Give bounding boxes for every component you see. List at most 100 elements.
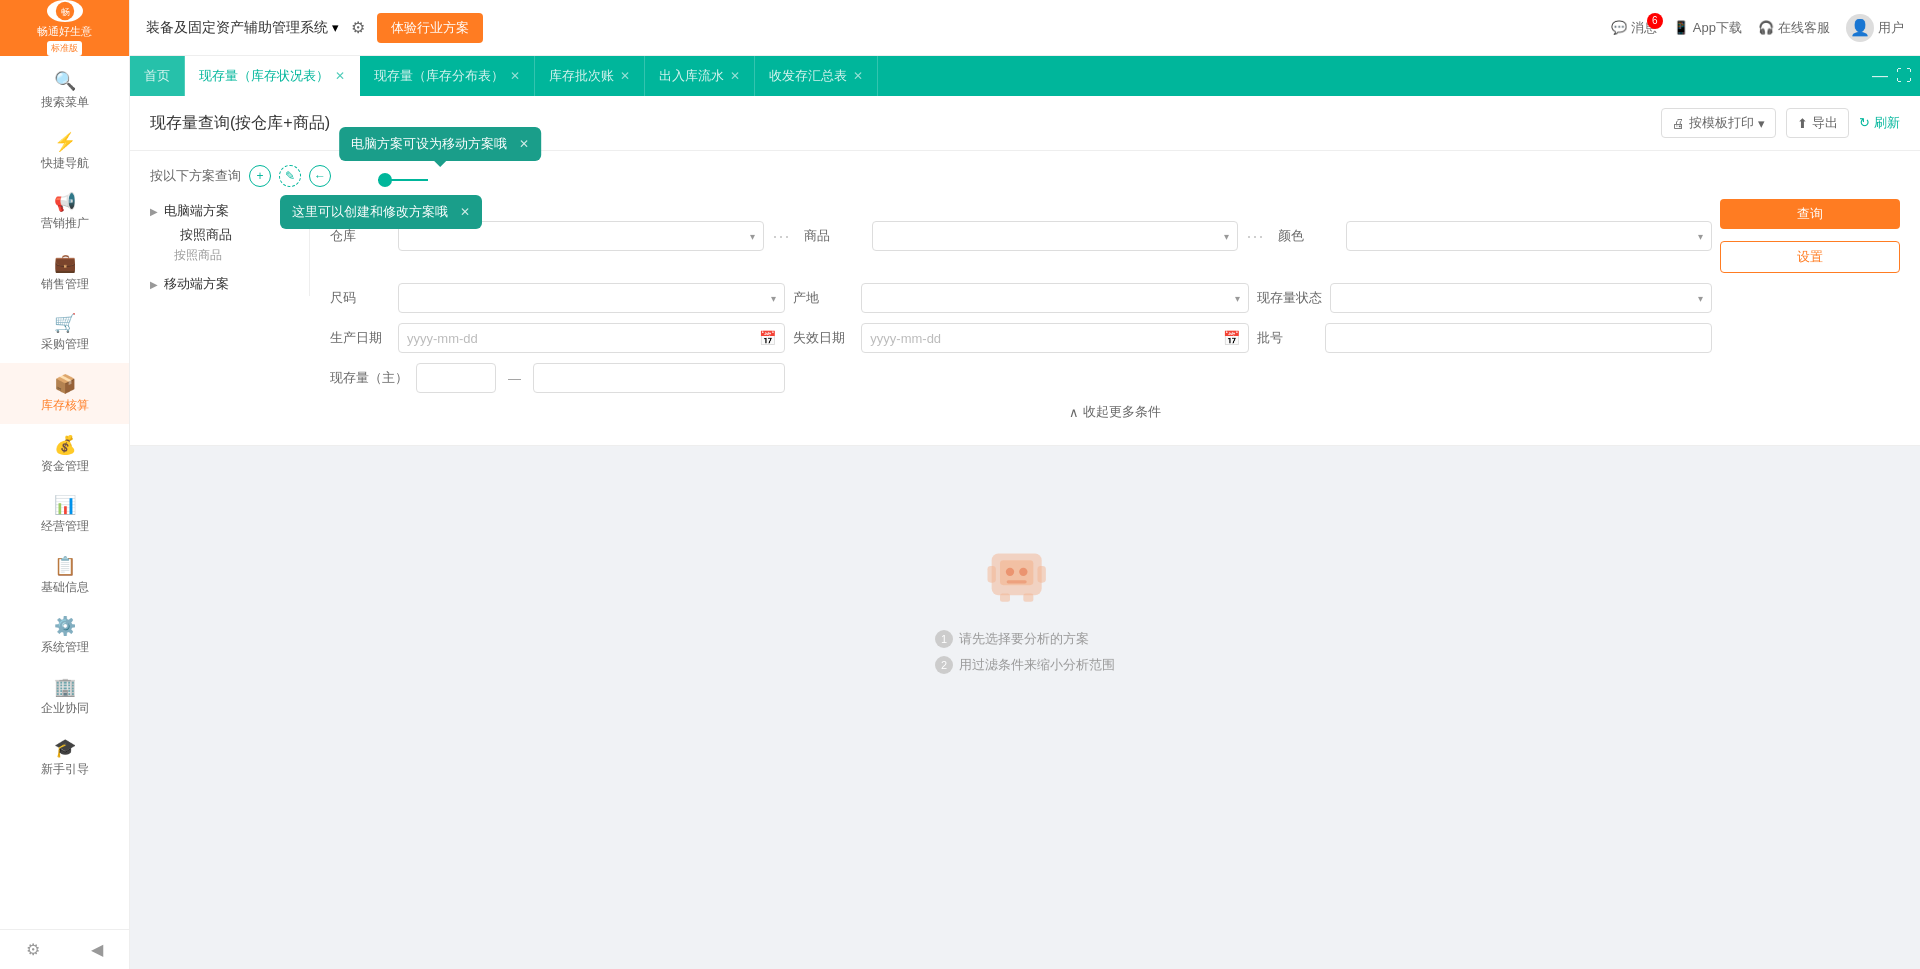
filter-row-2: 尺码 ▾ 产地 ▾ (330, 283, 1900, 313)
svg-rect-7 (988, 566, 996, 583)
sidebar-item-guide[interactable]: 🎓 新手引导 (0, 727, 129, 788)
produce-date-calendar-icon[interactable]: 📅 (759, 330, 776, 346)
sidebar-item-baseinfo[interactable]: 📋 基础信息 (0, 545, 129, 606)
scheme-mobile-arrow: ▶ (150, 279, 158, 290)
tab-expand-btn[interactable]: ⛶ (1896, 67, 1912, 85)
back-scheme-btn[interactable]: ← (309, 165, 331, 187)
tooltip-edit: 这里可以创建和修改方案哦 ✕ (280, 195, 482, 229)
sidebar-item-inventory[interactable]: 📦 库存核算 (0, 363, 129, 424)
tab-flow[interactable]: 出入库流水 ✕ (645, 56, 755, 96)
sidebar-item-finance[interactable]: 💰 资金管理 (0, 424, 129, 485)
scheme-desktop[interactable]: ▶ 电脑端方案 (150, 199, 299, 223)
expire-date-input[interactable]: yyyy-mm-dd 📅 (861, 323, 1248, 353)
username-label: 用户 (1878, 19, 1904, 37)
sidebar-item-operations[interactable]: 📊 经营管理 (0, 484, 129, 545)
settings-footer-btn[interactable]: ⚙ (26, 940, 40, 959)
app-logo-text: 畅通好生意 (37, 24, 92, 39)
tab-summary-close[interactable]: ✕ (853, 69, 863, 83)
reset-button[interactable]: 设置 (1720, 241, 1900, 273)
color-select[interactable]: ▾ (1346, 221, 1712, 251)
sidebar-item-purchase[interactable]: 🛒 采购管理 (0, 302, 129, 363)
filter-area: 按以下方案查询 + ✎ ← 电脑方案可设为移动方案哦 ✕ 这里可以创建和修改方案… (130, 151, 1920, 446)
refresh-btn[interactable]: ↻ 刷新 (1859, 114, 1900, 132)
collapse-icon: ∧ (1069, 405, 1079, 420)
collapse-conditions-btn[interactable]: ∧ 收起更多条件 (330, 393, 1900, 431)
goods-dots[interactable]: ⋯ (1246, 225, 1270, 247)
stock-status-select[interactable]: ▾ (1330, 283, 1712, 313)
tab-summary[interactable]: 收发存汇总表 ✕ (755, 56, 878, 96)
batch-input[interactable] (1325, 323, 1712, 353)
tab-stock-dist-label: 现存量（库存分布表） (374, 67, 504, 85)
tab-summary-label: 收发存汇总表 (769, 67, 847, 85)
goods-select[interactable]: ▾ (872, 221, 1238, 251)
scheme-desktop-label: 电脑端方案 (164, 202, 229, 220)
warehouse-dots[interactable]: ⋯ (772, 225, 796, 247)
system-selector-arrow: ▾ (332, 20, 339, 35)
enterprise-icon: 🏢 (54, 676, 76, 698)
sidebar-item-search[interactable]: 🔍 搜索菜单 (0, 60, 129, 121)
add-scheme-btn[interactable]: + (249, 165, 271, 187)
tab-stock-status[interactable]: 现存量（库存状况表） ✕ (185, 56, 360, 96)
sidebar-item-system-label: 系统管理 (41, 640, 89, 656)
trial-button[interactable]: 体验行业方案 (377, 13, 483, 43)
svg-point-4 (1006, 568, 1014, 576)
app-download-item[interactable]: 📱 App下载 (1673, 19, 1742, 37)
sales-icon: 💼 (54, 252, 76, 274)
tab-stock-dist[interactable]: 现存量（库存分布表） ✕ (360, 56, 535, 96)
sidebar-item-quicknav[interactable]: ⚡ 快捷导航 (0, 121, 129, 182)
tab-home[interactable]: 首页 (130, 56, 185, 96)
sidebar-item-marketing[interactable]: 📢 营销推广 (0, 181, 129, 242)
stock-main-to-input[interactable] (533, 363, 785, 393)
scheme-desktop-sub[interactable]: 按照商品 (150, 223, 299, 247)
user-item[interactable]: 👤 用户 (1846, 14, 1904, 42)
export-btn[interactable]: ⬆ 导出 (1786, 108, 1849, 138)
sidebar-item-enterprise[interactable]: 🏢 企业协同 (0, 666, 129, 727)
batch-cell: 批号 (1257, 323, 1712, 353)
export-label: 导出 (1812, 114, 1838, 132)
filter-row-4: 现存量（主） — (330, 363, 1900, 393)
sidebar-item-sales[interactable]: 💼 销售管理 (0, 242, 129, 303)
user-avatar: 👤 (1846, 14, 1874, 42)
produce-date-input[interactable]: yyyy-mm-dd 📅 (398, 323, 785, 353)
search-button[interactable]: 查询 (1720, 199, 1900, 229)
notification-item[interactable]: 💬 消息 6 (1611, 19, 1657, 37)
sidebar-item-operations-label: 经营管理 (41, 519, 89, 535)
online-service-item[interactable]: 🎧 在线客服 (1758, 19, 1830, 37)
print-btn[interactable]: 🖨 按模板打印 ▾ (1661, 108, 1776, 138)
tab-stock-status-label: 现存量（库存状况表） (199, 67, 329, 85)
color-label: 颜色 (1278, 227, 1338, 245)
filter-row-1: 仓库 ▾ ⋯ 商品 ▾ (330, 199, 1900, 273)
svg-rect-6 (1007, 580, 1027, 583)
sidebar-item-quicknav-label: 快捷导航 (41, 156, 89, 172)
empty-illustration (975, 526, 1075, 606)
collapse-sidebar-btn[interactable]: ◀ (91, 940, 103, 959)
print-label: 按模板打印 (1689, 114, 1754, 132)
tab-batch-account[interactable]: 库存批次账 ✕ (535, 56, 645, 96)
size-select[interactable]: ▾ (398, 283, 785, 313)
tab-minimize-btn[interactable]: — (1872, 67, 1888, 85)
baseinfo-icon: 📋 (54, 555, 76, 577)
tab-flow-close[interactable]: ✕ (730, 69, 740, 83)
tab-stock-dist-close[interactable]: ✕ (510, 69, 520, 83)
search-btn-group: 查询 设置 (1720, 199, 1900, 273)
origin-select[interactable]: ▾ (861, 283, 1248, 313)
collapse-label: 收起更多条件 (1083, 403, 1161, 421)
goods-label: 商品 (804, 227, 864, 245)
scheme-mobile[interactable]: ▶ 移动端方案 (150, 272, 299, 296)
main-content: 现存量查询(按仓库+商品) 🖨 按模板打印 ▾ ⬆ 导出 ↻ 刷新 按以下方案查… (130, 96, 1920, 969)
goods-cell: 商品 ▾ (804, 221, 1238, 251)
sidebar-item-finance-label: 资金管理 (41, 459, 89, 475)
service-icon: 🎧 (1758, 20, 1774, 35)
tooltip-scheme-close[interactable]: ✕ (519, 137, 529, 151)
stock-main-from-input[interactable] (416, 363, 496, 393)
expire-date-calendar-icon[interactable]: 📅 (1223, 330, 1240, 346)
tab-stock-status-close[interactable]: ✕ (335, 69, 345, 83)
system-settings-icon[interactable]: ⚙ (351, 18, 365, 37)
tooltip-edit-close[interactable]: ✕ (460, 205, 470, 219)
tab-batch-account-close[interactable]: ✕ (620, 69, 630, 83)
edit-scheme-btn[interactable]: ✎ (279, 165, 301, 187)
system-selector[interactable]: 装备及固定资产辅助管理系统 ▾ (146, 19, 339, 37)
svg-rect-8 (1038, 566, 1046, 583)
sidebar-item-system[interactable]: ⚙️ 系统管理 (0, 605, 129, 666)
print-arrow: ▾ (1758, 116, 1765, 131)
